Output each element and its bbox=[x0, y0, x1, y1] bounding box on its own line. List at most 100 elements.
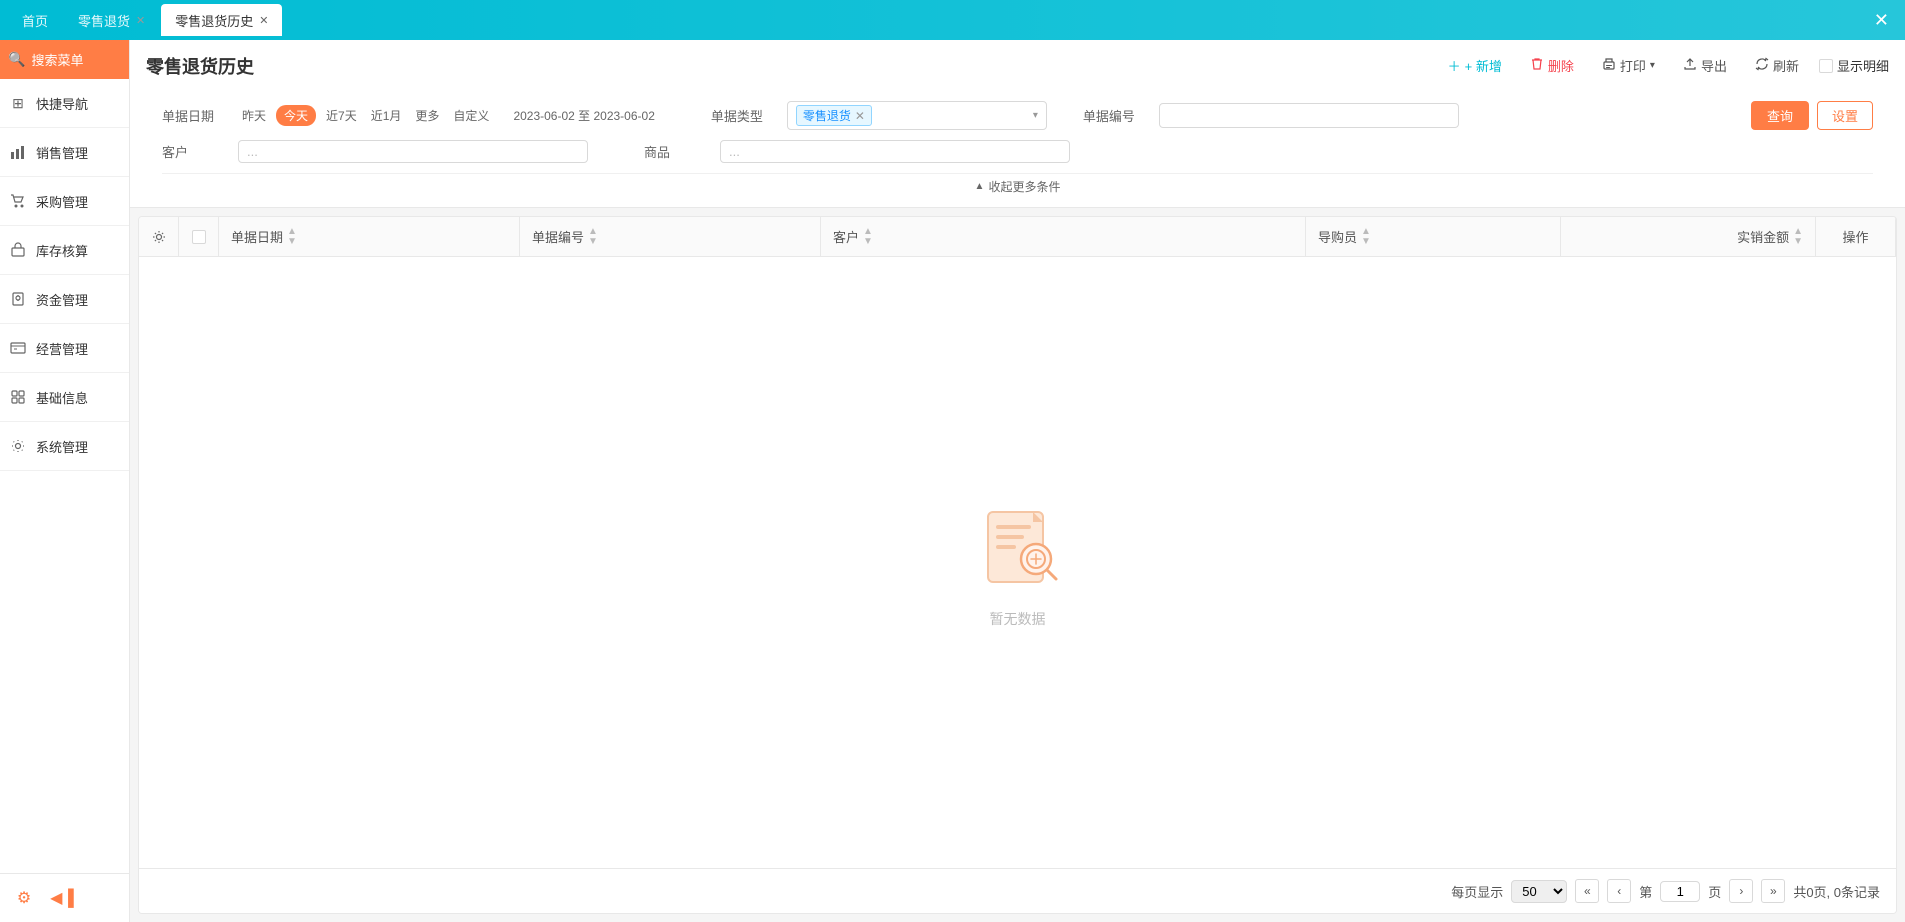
sales-icon bbox=[8, 142, 28, 162]
date-opt-7days[interactable]: 近7天 bbox=[322, 105, 361, 126]
sidebar-bottom: ⚙ ◀▐ bbox=[0, 873, 129, 922]
new-icon: ＋ bbox=[1448, 56, 1461, 75]
sidebar-item-quick-nav-label: 快捷导航 bbox=[36, 94, 88, 113]
print-button[interactable]: 打印 ▾ bbox=[1594, 52, 1663, 79]
export-icon bbox=[1683, 57, 1697, 74]
date-range-display: 2023-06-02 至 2023-06-02 bbox=[513, 107, 654, 124]
sidebar-item-quick-nav[interactable]: ⊞ 快捷导航 bbox=[0, 79, 129, 128]
refresh-icon bbox=[1755, 57, 1769, 74]
query-button[interactable]: 查询 bbox=[1751, 101, 1809, 130]
sidebar-search[interactable]: 🔍 搜索菜单 bbox=[0, 40, 129, 79]
th-amount[interactable]: 实销金额 ▲▼ bbox=[1561, 217, 1816, 256]
tab-list: 首页 零售退货 ✕ 零售退货历史 ✕ bbox=[8, 4, 1866, 36]
th-guide-sort-icon: ▲▼ bbox=[1361, 227, 1371, 247]
delete-button[interactable]: 删除 bbox=[1522, 52, 1582, 79]
tab-retail-return-label: 零售退货 bbox=[78, 11, 130, 30]
sidebar-item-base-info-label: 基础信息 bbox=[36, 388, 88, 407]
th-guide[interactable]: 导购员 ▲▼ bbox=[1306, 217, 1561, 256]
export-label: 导出 bbox=[1701, 56, 1727, 75]
new-button[interactable]: ＋ + 新增 bbox=[1440, 52, 1510, 79]
table-header: 单据日期 ▲▼ 单据编号 ▲▼ 客户 ▲▼ 导购员 ▲▼ 实销金额 ▲▼ bbox=[139, 217, 1896, 257]
th-date-label: 单据日期 bbox=[231, 227, 283, 246]
window-close-button[interactable]: ✕ bbox=[1866, 6, 1897, 35]
th-settings[interactable] bbox=[139, 217, 179, 256]
th-number-sort-icon: ▲▼ bbox=[588, 227, 598, 247]
sidebar-item-sales-label: 销售管理 bbox=[36, 143, 88, 162]
sidebar-item-system-mgmt[interactable]: 系统管理 bbox=[0, 422, 129, 471]
date-options: 昨天 今天 近7天 近1月 更多 自定义 bbox=[238, 105, 493, 126]
th-number-label: 单据编号 bbox=[532, 227, 584, 246]
sidebar-item-sales-mgmt[interactable]: 销售管理 bbox=[0, 128, 129, 177]
collapse-button[interactable]: ▲ 收起更多条件 bbox=[162, 173, 1873, 199]
date-opt-more[interactable]: 更多 bbox=[411, 105, 443, 126]
filter-area: 单据日期 昨天 今天 近7天 近1月 更多 自定义 2023-06-02 至 2… bbox=[146, 89, 1889, 207]
th-checkbox[interactable] bbox=[179, 217, 219, 256]
page-size-label: 每页显示 bbox=[1451, 882, 1503, 901]
sidebar-item-operation[interactable]: 经营管理 bbox=[0, 324, 129, 373]
date-opt-yesterday[interactable]: 昨天 bbox=[238, 105, 270, 126]
sidebar-item-purchase-label: 采购管理 bbox=[36, 192, 88, 211]
show-detail-checkbox-icon bbox=[1819, 59, 1833, 73]
customer-placeholder: ... bbox=[247, 144, 258, 159]
last-page-button[interactable]: » bbox=[1761, 879, 1785, 903]
th-number[interactable]: 单据编号 ▲▼ bbox=[520, 217, 821, 256]
first-page-button[interactable]: « bbox=[1575, 879, 1599, 903]
sidebar-audio-btn[interactable]: ◀▐ bbox=[48, 884, 76, 912]
tab-retail-return-history-label: 零售退货历史 bbox=[175, 11, 253, 30]
page-number-input[interactable] bbox=[1660, 881, 1700, 902]
sidebar-item-base-info[interactable]: 基础信息 bbox=[0, 373, 129, 422]
doc-type-tag-close[interactable]: ✕ bbox=[855, 109, 865, 123]
tab-retail-return[interactable]: 零售退货 ✕ bbox=[64, 4, 159, 36]
sidebar-settings-btn[interactable]: ⚙ bbox=[10, 884, 38, 912]
doc-type-filter-label: 单据类型 bbox=[711, 106, 771, 125]
go-to-unit: 页 bbox=[1708, 882, 1721, 901]
doc-type-tag-label: 零售退货 bbox=[803, 107, 851, 124]
sidebar: 🔍 搜索菜单 ⊞ 快捷导航 销售管理 采购管理 库存核算 bbox=[0, 40, 130, 922]
settings-button[interactable]: 设置 bbox=[1817, 101, 1873, 130]
main-layout: 🔍 搜索菜单 ⊞ 快捷导航 销售管理 采购管理 库存核算 bbox=[0, 40, 1905, 922]
print-chevron-icon: ▾ bbox=[1650, 60, 1655, 71]
doc-type-tag: 零售退货 ✕ bbox=[796, 105, 872, 126]
sidebar-item-inventory-label: 库存核算 bbox=[36, 241, 88, 260]
th-date-sort-icon: ▲▼ bbox=[287, 227, 297, 247]
data-table: 单据日期 ▲▼ 单据编号 ▲▼ 客户 ▲▼ 导购员 ▲▼ 实销金额 ▲▼ bbox=[138, 216, 1897, 914]
tab-home-label: 首页 bbox=[22, 11, 48, 30]
empty-state-icon bbox=[968, 497, 1068, 597]
sidebar-item-finance[interactable]: 资金管理 bbox=[0, 275, 129, 324]
date-opt-1month[interactable]: 近1月 bbox=[367, 105, 406, 126]
refresh-button[interactable]: 刷新 bbox=[1747, 52, 1807, 79]
empty-state: 暂无数据 bbox=[139, 257, 1896, 868]
tab-retail-return-close[interactable]: ✕ bbox=[136, 14, 145, 27]
date-opt-custom[interactable]: 自定义 bbox=[449, 105, 493, 126]
export-button[interactable]: 导出 bbox=[1675, 52, 1735, 79]
purchase-icon bbox=[8, 191, 28, 211]
collapse-up-icon: ▲ bbox=[975, 181, 985, 192]
sidebar-item-system-label: 系统管理 bbox=[36, 437, 88, 456]
next-page-button[interactable]: › bbox=[1729, 879, 1753, 903]
prev-page-button[interactable]: ‹ bbox=[1607, 879, 1631, 903]
sidebar-item-inventory[interactable]: 库存核算 bbox=[0, 226, 129, 275]
show-detail-toggle[interactable]: 显示明细 bbox=[1819, 56, 1889, 75]
sidebar-item-purchase-mgmt[interactable]: 采购管理 bbox=[0, 177, 129, 226]
tab-retail-return-history-close[interactable]: ✕ bbox=[259, 14, 268, 27]
date-opt-today[interactable]: 今天 bbox=[276, 105, 316, 126]
top-bar: 首页 零售退货 ✕ 零售退货历史 ✕ ✕ bbox=[0, 0, 1905, 40]
th-date[interactable]: 单据日期 ▲▼ bbox=[219, 217, 520, 256]
customer-select[interactable]: ... bbox=[238, 140, 588, 163]
tab-retail-return-history[interactable]: 零售退货历史 ✕ bbox=[161, 4, 282, 36]
page-size-select[interactable]: 50 20 100 bbox=[1511, 880, 1567, 903]
tab-home[interactable]: 首页 bbox=[8, 4, 62, 36]
th-action-label: 操作 bbox=[1842, 227, 1868, 246]
show-detail-label: 显示明细 bbox=[1837, 56, 1889, 75]
total-records: 共0页, 0条记录 bbox=[1793, 882, 1880, 901]
goods-select[interactable]: ... bbox=[720, 140, 1070, 163]
operation-icon bbox=[8, 338, 28, 358]
sidebar-search-label: 搜索菜单 bbox=[31, 50, 83, 69]
th-amount-label: 实销金额 bbox=[1737, 227, 1789, 246]
last-page-icon: » bbox=[1770, 884, 1777, 898]
base-info-icon bbox=[8, 387, 28, 407]
doc-type-select[interactable]: 零售退货 ✕ ▾ bbox=[787, 101, 1047, 130]
th-customer[interactable]: 客户 ▲▼ bbox=[821, 217, 1306, 256]
doc-number-input[interactable] bbox=[1159, 103, 1459, 128]
first-page-icon: « bbox=[1584, 884, 1591, 898]
